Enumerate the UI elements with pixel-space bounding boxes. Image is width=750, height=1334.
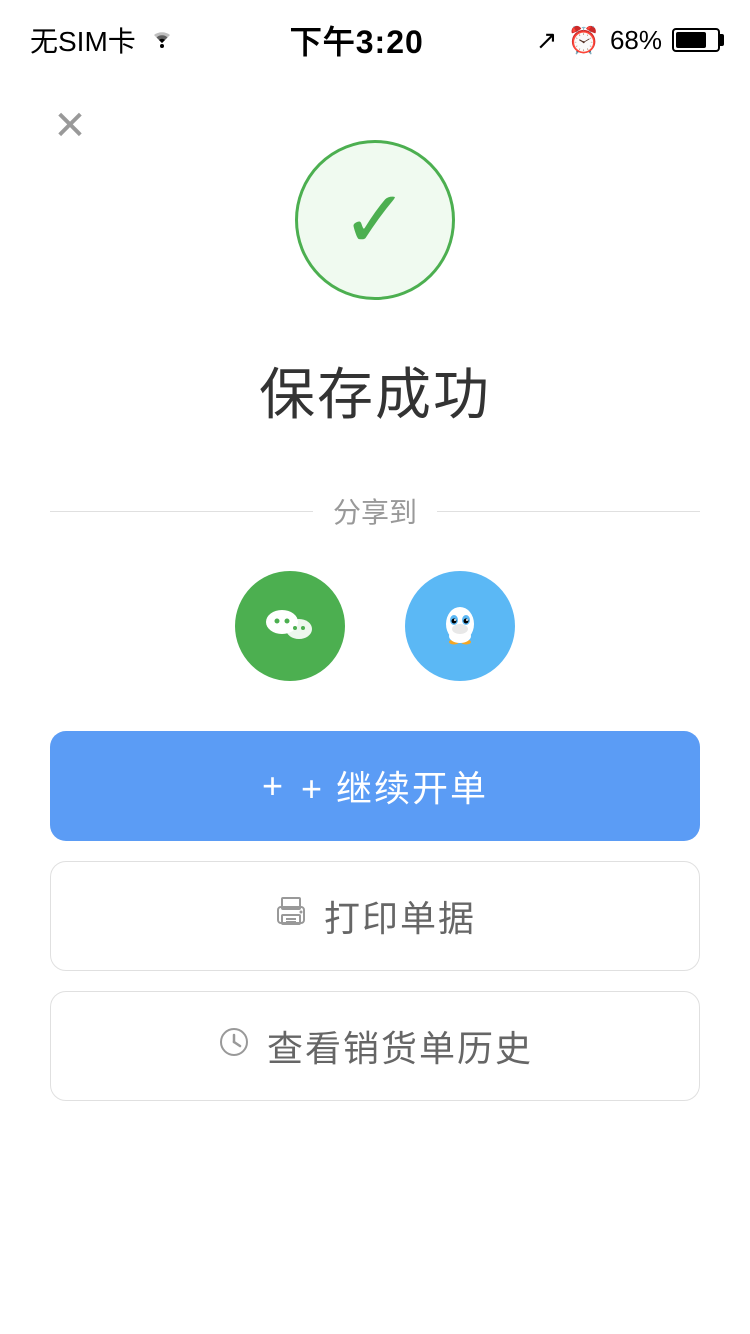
close-icon: ✕ [53,106,87,146]
main-content: ✓ 保存成功 分享到 [0,80,750,1101]
plus-icon: + [262,765,285,807]
continue-label: + 继续开单 [301,760,488,812]
alarm-icon: ⏰ [568,25,600,56]
status-left: 无SIM卡 [30,20,178,60]
divider-right [437,511,700,512]
share-divider: 分享到 [50,491,700,531]
qq-icon [428,594,493,659]
battery-icon [672,28,720,52]
qq-share-button[interactable] [405,571,515,681]
success-title: 保存成功 [259,350,491,431]
location-icon: ↗ [536,25,558,56]
history-label: 查看销货单历史 [267,1020,533,1072]
status-bar: 无SIM卡 下午3:20 ↗ ⏰ 68% [0,0,750,80]
status-right: ↗ ⏰ 68% [536,25,720,56]
print-button[interactable]: 打印单据 [50,861,700,971]
wifi-icon [146,24,178,56]
carrier-label: 无SIM卡 [30,20,136,60]
clock-icon [217,1025,251,1068]
print-label: 打印单据 [324,890,476,942]
battery-label: 68% [610,25,662,56]
wechat-share-button[interactable] [235,571,345,681]
checkmark-icon: ✓ [341,180,408,260]
history-button[interactable]: 查看销货单历史 [50,991,700,1101]
share-label: 分享到 [333,491,417,531]
action-buttons: + + 继续开单 打印单据 [0,731,750,1101]
success-circle: ✓ [295,140,455,300]
share-icons [50,571,700,681]
wechat-icon [258,594,323,659]
divider-left [50,511,313,512]
printer-icon [274,895,308,938]
status-time: 下午3:20 [290,17,424,63]
close-button[interactable]: ✕ [40,96,100,156]
continue-button[interactable]: + + 继续开单 [50,731,700,841]
share-section: 分享到 [0,491,750,681]
